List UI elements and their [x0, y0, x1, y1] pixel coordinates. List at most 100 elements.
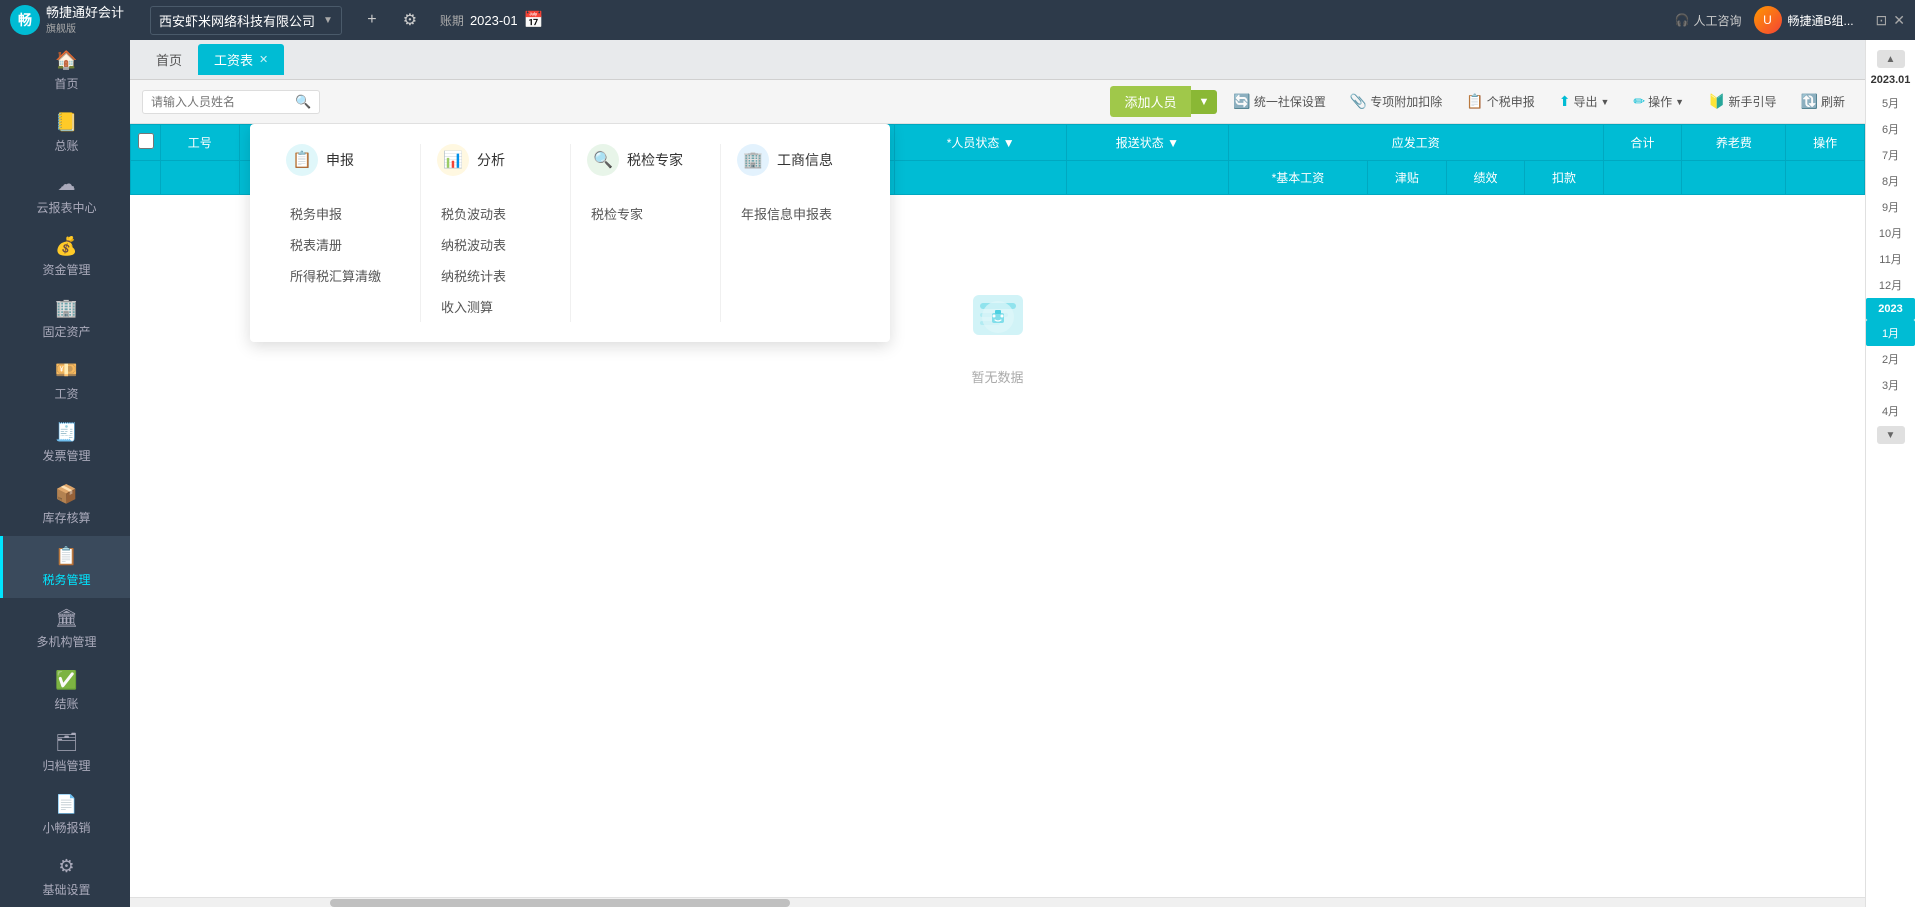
sidebar: 🏠 首页 📒 总账 ☁ 云报表中心 💰 资金管理 🏢 固定资产 💴 工资 🧾 发… — [0, 40, 130, 907]
panel-up-button[interactable]: ▲ — [1877, 50, 1905, 68]
menu-annual-report[interactable]: 年报信息申报表 — [737, 198, 854, 229]
service-label: 人工咨询 — [1694, 12, 1742, 29]
sidebar-item-salary[interactable]: 💴 工资 — [0, 350, 130, 412]
sidebar-label-cloud: 云报表中心 — [36, 199, 96, 216]
sidebar-item-tax[interactable]: 📋 税务管理 — [0, 536, 130, 598]
sidebar-item-home[interactable]: 🏠 首页 — [0, 40, 130, 102]
settings-nav-icon: ⚙ — [58, 856, 74, 877]
month-10[interactable]: 10月 — [1866, 220, 1915, 246]
sidebar-item-inventory[interactable]: 📦 库存核算 — [0, 474, 130, 536]
month-8[interactable]: 8月 — [1866, 168, 1915, 194]
period-value: 2023-01 — [470, 13, 518, 28]
sidebar-label-report: 小畅报销 — [42, 819, 90, 836]
sidebar-label-capital: 资金管理 — [42, 261, 90, 278]
top-bar: 畅 畅捷通好会计 旗舰版 西安虾米网络科技有限公司 ▼ + ⚙ 账期 2023-… — [0, 0, 1915, 40]
close-icon[interactable]: ✕ — [1893, 12, 1905, 29]
right-panel: ▲ 2023.01 5月 6月 7月 8月 9月 10月 11月 12月 202… — [1865, 40, 1915, 907]
month-3[interactable]: 3月 — [1866, 372, 1915, 398]
operation-icon: ✏ — [1633, 93, 1645, 110]
tax-expert-title: 税检专家 — [627, 150, 683, 170]
guide-toolbar-icon: 🔰 — [1708, 93, 1725, 110]
sidebar-item-assets[interactable]: 🏢 固定资产 — [0, 288, 130, 350]
sidebar-item-archive[interactable]: 🗂 归档管理 — [0, 722, 130, 784]
search-icon: 🔍 — [295, 94, 311, 110]
month-12[interactable]: 12月 — [1866, 272, 1915, 298]
th-action: 操作 — [1786, 125, 1865, 161]
scrollbar-thumb — [330, 899, 790, 907]
sidebar-item-settings[interactable]: ⚙ 基础设置 — [0, 846, 130, 907]
analysis-title: 分析 — [477, 150, 505, 170]
biz-info-title: 工商信息 — [777, 150, 833, 170]
dropdown-section-biz-info: 🏢 工商信息 年报信息申报表 — [720, 144, 870, 322]
month-9[interactable]: 9月 — [1866, 194, 1915, 220]
sidebar-item-invoice[interactable]: 🧾 发票管理 — [0, 412, 130, 474]
month-2[interactable]: 2月 — [1866, 346, 1915, 372]
select-all-checkbox[interactable] — [138, 133, 154, 149]
company-selector[interactable]: 西安虾米网络科技有限公司 ▼ — [150, 6, 342, 35]
sidebar-item-report[interactable]: 📄 小畅报销 — [0, 784, 130, 846]
capital-icon: 💰 — [55, 236, 77, 257]
dropdown-section-declaration: 📋 申报 税务申报 税表清册 所得税汇算清缴 — [270, 144, 420, 322]
table-wrapper: 工号 *姓名 ↕ *部门 *证据类型 *证据号码 国籍（地区） *人员状态 ▼ … — [130, 124, 1865, 897]
horizontal-scrollbar[interactable] — [130, 897, 1865, 907]
sidebar-item-multi-org[interactable]: 🏛 多机构管理 — [0, 598, 130, 660]
menu-income-tax-calc[interactable]: 所得税汇算清缴 — [286, 260, 404, 291]
menu-tax-expert[interactable]: 税检专家 — [587, 198, 704, 229]
menu-tax-rate-fluctuation[interactable]: 纳税波动表 — [437, 229, 554, 260]
menu-tax-declaration[interactable]: 税务申报 — [286, 198, 404, 229]
sidebar-item-ledger[interactable]: 📒 总账 — [0, 102, 130, 164]
sidebar-item-capital[interactable]: 💰 资金管理 — [0, 226, 130, 288]
special-deduction-button[interactable]: 📎 专项附加扣除 — [1342, 89, 1450, 114]
tab-home[interactable]: 首页 — [140, 44, 198, 75]
menu-tax-stats[interactable]: 纳税统计表 — [437, 260, 554, 291]
app-subtitle: 旗舰版 — [46, 20, 124, 35]
sidebar-item-cloud[interactable]: ☁ 云报表中心 — [0, 164, 130, 226]
panel-down-button[interactable]: ▼ — [1877, 426, 1905, 444]
sidebar-label-assets: 固定资产 — [42, 323, 90, 340]
operation-button[interactable]: ✏ 操作 ▼ — [1625, 89, 1692, 114]
add-person-dropdown-button[interactable]: ▼ — [1191, 90, 1218, 114]
month-5[interactable]: 5月 — [1866, 90, 1915, 116]
main-layout: 🏠 首页 📒 总账 ☁ 云报表中心 💰 资金管理 🏢 固定资产 💴 工资 🧾 发… — [0, 40, 1915, 907]
calendar-icon[interactable]: 📅 — [524, 10, 544, 30]
th-status: *人员状态 ▼ — [895, 125, 1067, 161]
add-person-button[interactable]: 添加人员 — [1110, 86, 1190, 117]
month-4[interactable]: 4月 — [1866, 398, 1915, 424]
th-report-status: 报送状态 ▼ — [1067, 125, 1229, 161]
user-info[interactable]: U 畅捷通B组... — [1754, 6, 1854, 34]
month-1-current[interactable]: 1月 — [1866, 320, 1915, 346]
refresh-button[interactable]: 🔃 刷新 — [1793, 89, 1853, 114]
search-wrapper: 🔍 — [142, 90, 320, 114]
tab-bar: 首页 工资表 ✕ — [130, 40, 1865, 80]
export-button[interactable]: ⬆ 导出 ▼ — [1551, 89, 1618, 114]
month-11[interactable]: 11月 — [1866, 246, 1915, 272]
menu-tax-form-list[interactable]: 税表清册 — [286, 229, 404, 260]
sidebar-label-salary: 工资 — [54, 385, 78, 402]
social-insurance-icon: 🔄 — [1233, 93, 1250, 110]
tax-declaration-button[interactable]: 📋 个税申报 — [1458, 89, 1542, 114]
dropdown-menu: 📋 申报 税务申报 税表清册 所得税汇算清缴 📊 分析 税负波动表 — [250, 124, 890, 342]
sidebar-label-ledger: 总账 — [54, 137, 78, 154]
assets-icon: 🏢 — [55, 298, 77, 319]
user-name: 畅捷通B组... — [1788, 12, 1854, 29]
restore-icon[interactable]: ⊡ — [1876, 12, 1888, 29]
sidebar-label-invoice: 发票管理 — [42, 447, 90, 464]
social-insurance-button[interactable]: 🔄 统一社保设置 — [1225, 89, 1333, 114]
th-performance: 绩效 — [1446, 161, 1525, 195]
menu-income-preview[interactable]: 收入测算 — [437, 291, 554, 322]
toolbar: 🔍 添加人员 ▼ 🔄 统一社保设置 📎 专项 — [130, 80, 1865, 124]
customer-service-button[interactable]: 🎧 人工咨询 — [1675, 12, 1742, 29]
th-checkbox[interactable] — [131, 125, 161, 161]
tab-salary-table[interactable]: 工资表 ✕ — [198, 44, 284, 75]
sidebar-item-settlement[interactable]: ✅ 结账 — [0, 660, 130, 722]
tab-close-icon[interactable]: ✕ — [259, 53, 268, 66]
add-icon[interactable]: + — [358, 6, 386, 34]
tax-icon: 📋 — [55, 546, 77, 567]
search-input[interactable] — [151, 95, 291, 109]
new-guide-button[interactable]: 🔰 新手引导 — [1700, 89, 1784, 114]
settings-icon[interactable]: ⚙ — [396, 6, 424, 34]
month-7[interactable]: 7月 — [1866, 142, 1915, 168]
month-6[interactable]: 6月 — [1866, 116, 1915, 142]
menu-tax-fluctuation[interactable]: 税负波动表 — [437, 198, 554, 229]
th-base-salary: *基本工资 — [1228, 161, 1367, 195]
